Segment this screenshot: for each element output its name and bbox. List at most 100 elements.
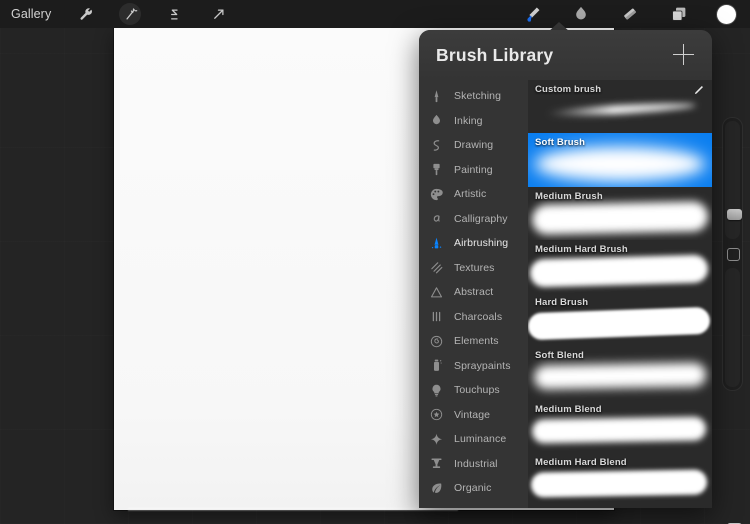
brush-category-water[interactable]: Water (419, 501, 528, 509)
transform-button[interactable] (207, 3, 229, 25)
edit-pencil-icon[interactable] (691, 84, 705, 98)
brush-item[interactable]: Medium Hard Brush (528, 240, 712, 293)
actions-wrench-icon (79, 7, 94, 22)
adjustments-wand-button[interactable] (119, 3, 141, 25)
brush-category-label: Water (454, 507, 482, 508)
brush-size-slider[interactable] (725, 121, 740, 239)
brush-category-label: Touchups (454, 384, 500, 396)
bulb-icon (428, 382, 445, 399)
brush-category-airbrushing[interactable]: Airbrushing (419, 231, 528, 256)
add-brush-button[interactable] (673, 44, 694, 65)
selection-button[interactable] (163, 3, 185, 25)
brush-item[interactable]: Medium Hard Blend (528, 453, 712, 506)
sparkle-icon (428, 431, 445, 448)
squiggle-icon (428, 137, 445, 154)
brush-stroke-preview (528, 93, 712, 131)
brush-category-industrial[interactable]: Industrial (419, 452, 528, 477)
triangle-icon (428, 284, 445, 301)
brush-category-charcoals[interactable]: Charcoals (419, 305, 528, 330)
eraser-icon (621, 5, 639, 23)
brush-category-drawing[interactable]: Drawing (419, 133, 528, 158)
brush-category-label: Textures (454, 262, 494, 274)
brush-opacity-slider[interactable] (725, 268, 740, 387)
brush-library-header: Brush Library (419, 30, 712, 80)
brush-category-label: Inking (454, 115, 483, 127)
brush-category-label: Charcoals (454, 311, 502, 323)
brush-category-spraypaints[interactable]: Spraypaints (419, 354, 528, 379)
gallery-button[interactable]: Gallery (11, 7, 51, 21)
brush-item[interactable]: Soft Blend (528, 346, 712, 399)
brush-category-list[interactable]: Sketching Inking Drawing Painting Artistic Ca… (419, 80, 528, 508)
bars-icon (428, 308, 445, 325)
brush-category-elements[interactable]: Elements (419, 329, 528, 354)
brush-item-label: Custom brush (535, 84, 601, 95)
brush-stroke-preview (528, 359, 712, 397)
brush-category-label: Sketching (454, 90, 501, 102)
brush-stroke-preview (528, 306, 712, 344)
brush-item-label: Medium Hard Brush (535, 244, 628, 255)
brush-category-artistic[interactable]: Artistic (419, 182, 528, 207)
brush-category-sketching[interactable]: Sketching (419, 84, 528, 109)
brush-category-abstract[interactable]: Abstract (419, 280, 528, 305)
brush-category-luminance[interactable]: Luminance (419, 427, 528, 452)
paint-brush-icon (523, 5, 542, 24)
brush-category-calligraphy[interactable]: Calligraphy (419, 207, 528, 232)
palette-icon (428, 186, 445, 203)
brush-item-label: Medium Blend (535, 404, 602, 415)
anvil-icon (428, 455, 445, 472)
pencil-tip-icon (428, 88, 445, 105)
brush-category-label: Elements (454, 335, 499, 347)
smudge-icon (572, 5, 590, 23)
brush-category-label: Spraypaints (454, 360, 511, 372)
modify-button[interactable] (727, 248, 740, 261)
brush-item-label: Medium Brush (535, 191, 603, 202)
color-swatch-button[interactable] (717, 5, 736, 24)
spiral-icon (428, 333, 445, 350)
eraser-button[interactable] (619, 3, 641, 25)
brush-category-label: Airbrushing (454, 237, 508, 249)
brush-category-label: Artistic (454, 188, 486, 200)
brush-item-label: Medium Hard Blend (535, 457, 627, 468)
top-toolbar: Gallery (0, 0, 750, 28)
brush-item[interactable]: Custom brush (528, 80, 712, 133)
brush-stroke-preview (528, 466, 712, 504)
brush-category-label: Painting (454, 164, 493, 176)
brush-stroke-preview (528, 200, 712, 238)
panel-title: Brush Library (436, 45, 553, 66)
brush-stroke-preview (528, 413, 712, 451)
brush-list[interactable]: Custom brush Soft Brush Medium Brush Medium… (528, 80, 712, 508)
layers-icon (670, 5, 688, 23)
brush-category-label: Calligraphy (454, 213, 508, 225)
paint-brush-button[interactable] (521, 3, 543, 25)
brush-item-label: Hard Brush (535, 297, 588, 308)
brush-category-label: Vintage (454, 409, 490, 421)
brush-category-vintage[interactable]: Vintage (419, 403, 528, 428)
brush-sidebar (723, 118, 742, 390)
leaf-icon (428, 480, 445, 497)
brush-category-inking[interactable]: Inking (419, 109, 528, 134)
star-circle-icon (428, 406, 445, 423)
brush-category-label: Organic (454, 482, 491, 494)
brush-item[interactable]: Soft Brush (528, 133, 712, 186)
brush-category-painting[interactable]: Painting (419, 158, 528, 183)
brush-category-organic[interactable]: Organic (419, 476, 528, 501)
brush-category-textures[interactable]: Textures (419, 256, 528, 281)
transform-arrow-icon (211, 7, 226, 22)
texture-icon (428, 259, 445, 276)
brush-category-touchups[interactable]: Touchups (419, 378, 528, 403)
smudge-button[interactable] (570, 3, 592, 25)
brush-size-handle[interactable] (727, 209, 742, 220)
brush-item-label: Soft Brush (535, 137, 585, 148)
actions-wrench-button[interactable] (75, 3, 97, 25)
airbrush-icon (428, 235, 445, 252)
layers-button[interactable] (668, 3, 690, 25)
procreate-app-window: Gallery (0, 0, 750, 524)
brush-item[interactable]: Medium Brush (528, 187, 712, 240)
brush-item[interactable]: Medium Blend (528, 400, 712, 453)
brush-category-label: Abstract (454, 286, 493, 298)
letter-a-icon (428, 210, 445, 227)
waves-icon (428, 504, 445, 508)
brush-item-label: Soft Blend (535, 350, 584, 361)
brush-item[interactable]: Hard Brush (528, 293, 712, 346)
brush-category-label: Industrial (454, 458, 498, 470)
